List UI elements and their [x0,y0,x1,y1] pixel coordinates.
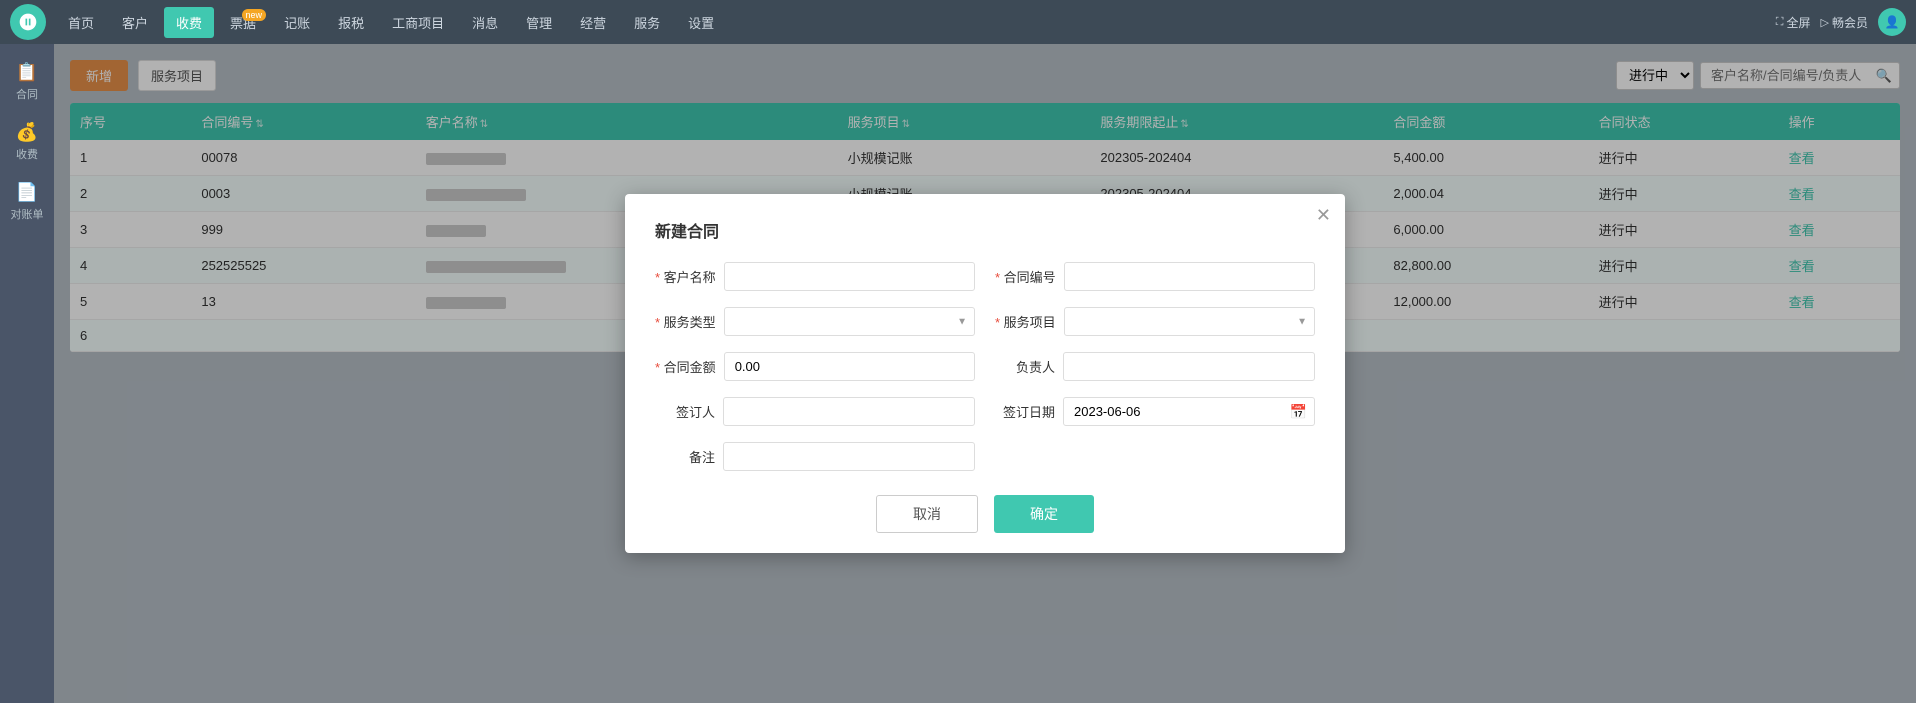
calendar-icon[interactable]: 📅 [1290,403,1307,420]
fees-icon: 💰 [16,122,38,143]
main-layout: 📋 合同 💰 收费 📄 对账单 新增 服务项目 进行中 已完成 已终止 [0,44,1916,703]
close-button[interactable]: ✕ [1316,206,1331,224]
form-row-4: 签订人 签订日期 📅 [655,397,1315,426]
nav-tax[interactable]: 报税 [326,7,376,38]
nav-accounting[interactable]: 记账 [272,7,322,38]
sidebar-item-contract[interactable]: 📋 合同 [3,54,51,110]
nav-business[interactable]: 工商项目 [380,7,456,38]
form-row-3: 合同金额 负责人 [655,352,1315,381]
responsible-label: 负责人 [995,357,1055,376]
nav-items: 首页 客户 收费 票据 new 记账 报税 工商项目 消息 管理 经营 服务 设… [56,7,1776,38]
modal-footer: 取消 确定 [655,495,1315,533]
responsible-input[interactable] [1063,352,1315,381]
form-row-2: 服务类型 服务项目 [655,307,1315,336]
new-badge: new [242,9,267,21]
service-type-label: 服务类型 [655,312,716,331]
signer-label: 签订人 [655,402,715,421]
cancel-button[interactable]: 取消 [876,495,978,533]
nav-management[interactable]: 管理 [514,7,564,38]
nav-service[interactable]: 服务 [622,7,672,38]
form-group-customer: 客户名称 [655,262,975,291]
notes-label: 备注 [655,447,715,466]
signer-input[interactable] [723,397,975,426]
sidebar-item-contract-label: 合同 [16,86,38,102]
nav-customer[interactable]: 客户 [110,7,160,38]
sidebar-item-statement[interactable]: 📄 对账单 [3,174,51,230]
avatar[interactable]: 👤 [1878,8,1906,36]
app-logo[interactable] [10,4,46,40]
service-item-select-wrap [1064,307,1315,336]
form-group-contract-no: 合同编号 [995,262,1315,291]
nav-invoice[interactable]: 票据 new [218,7,268,38]
fullscreen-button[interactable]: ⛶ 全屏 [1776,14,1811,31]
customer-name-label: 客户名称 [655,267,716,286]
contract-icon: 📋 [16,62,38,83]
sidebar-item-fees[interactable]: 💰 收费 [3,114,51,170]
customer-name-input[interactable] [724,262,975,291]
service-item-label: 服务项目 [995,312,1056,331]
sidebar-item-fees-label: 收费 [16,146,38,162]
service-type-select[interactable] [724,307,975,336]
form-row-1: 客户名称 合同编号 [655,262,1315,291]
contract-no-label: 合同编号 [995,267,1056,286]
nav-operation[interactable]: 经营 [568,7,618,38]
form-group-responsible: 负责人 [995,352,1315,381]
sidebar-item-statement-label: 对账单 [11,206,44,222]
nav-fees[interactable]: 收费 [164,7,214,38]
form-group-notes: 备注 [655,442,975,471]
service-item-select[interactable] [1064,307,1315,336]
modal-overlay: 新建合同 ✕ 客户名称 合同编号 服务类型 [54,44,1916,703]
form-group-service-item: 服务项目 [995,307,1315,336]
nav-home[interactable]: 首页 [56,7,106,38]
confirm-button[interactable]: 确定 [994,495,1094,533]
sidebar: 📋 合同 💰 收费 📄 对账单 [0,44,54,703]
form-group-sign-date: 签订日期 📅 [995,397,1315,426]
member-button[interactable]: ▷ 畅会员 [1821,14,1868,31]
statement-icon: 📄 [16,182,38,203]
content-area: 新增 服务项目 进行中 已完成 已终止 🔍 序号 合同编号⇅ [54,44,1916,703]
nav-settings[interactable]: 设置 [676,7,726,38]
form-group-service-type: 服务类型 [655,307,975,336]
form-row-5: 备注 [655,442,1315,471]
notes-input[interactable] [723,442,975,471]
nav-right: ⛶ 全屏 ▷ 畅会员 👤 [1776,8,1906,36]
modal-title: 新建合同 [655,218,1315,242]
contract-no-input[interactable] [1064,262,1315,291]
sign-date-input[interactable] [1063,397,1315,426]
form-group-signer: 签订人 [655,397,975,426]
sign-date-label: 签订日期 [995,402,1055,421]
sign-date-wrap: 📅 [1063,397,1315,426]
new-contract-modal: 新建合同 ✕ 客户名称 合同编号 服务类型 [625,194,1345,553]
service-type-select-wrap [724,307,975,336]
nav-message[interactable]: 消息 [460,7,510,38]
amount-input[interactable] [724,352,975,381]
top-navigation: 首页 客户 收费 票据 new 记账 报税 工商项目 消息 管理 经营 服务 设… [0,0,1916,44]
form-group-amount: 合同金额 [655,352,975,381]
amount-label: 合同金额 [655,357,716,376]
